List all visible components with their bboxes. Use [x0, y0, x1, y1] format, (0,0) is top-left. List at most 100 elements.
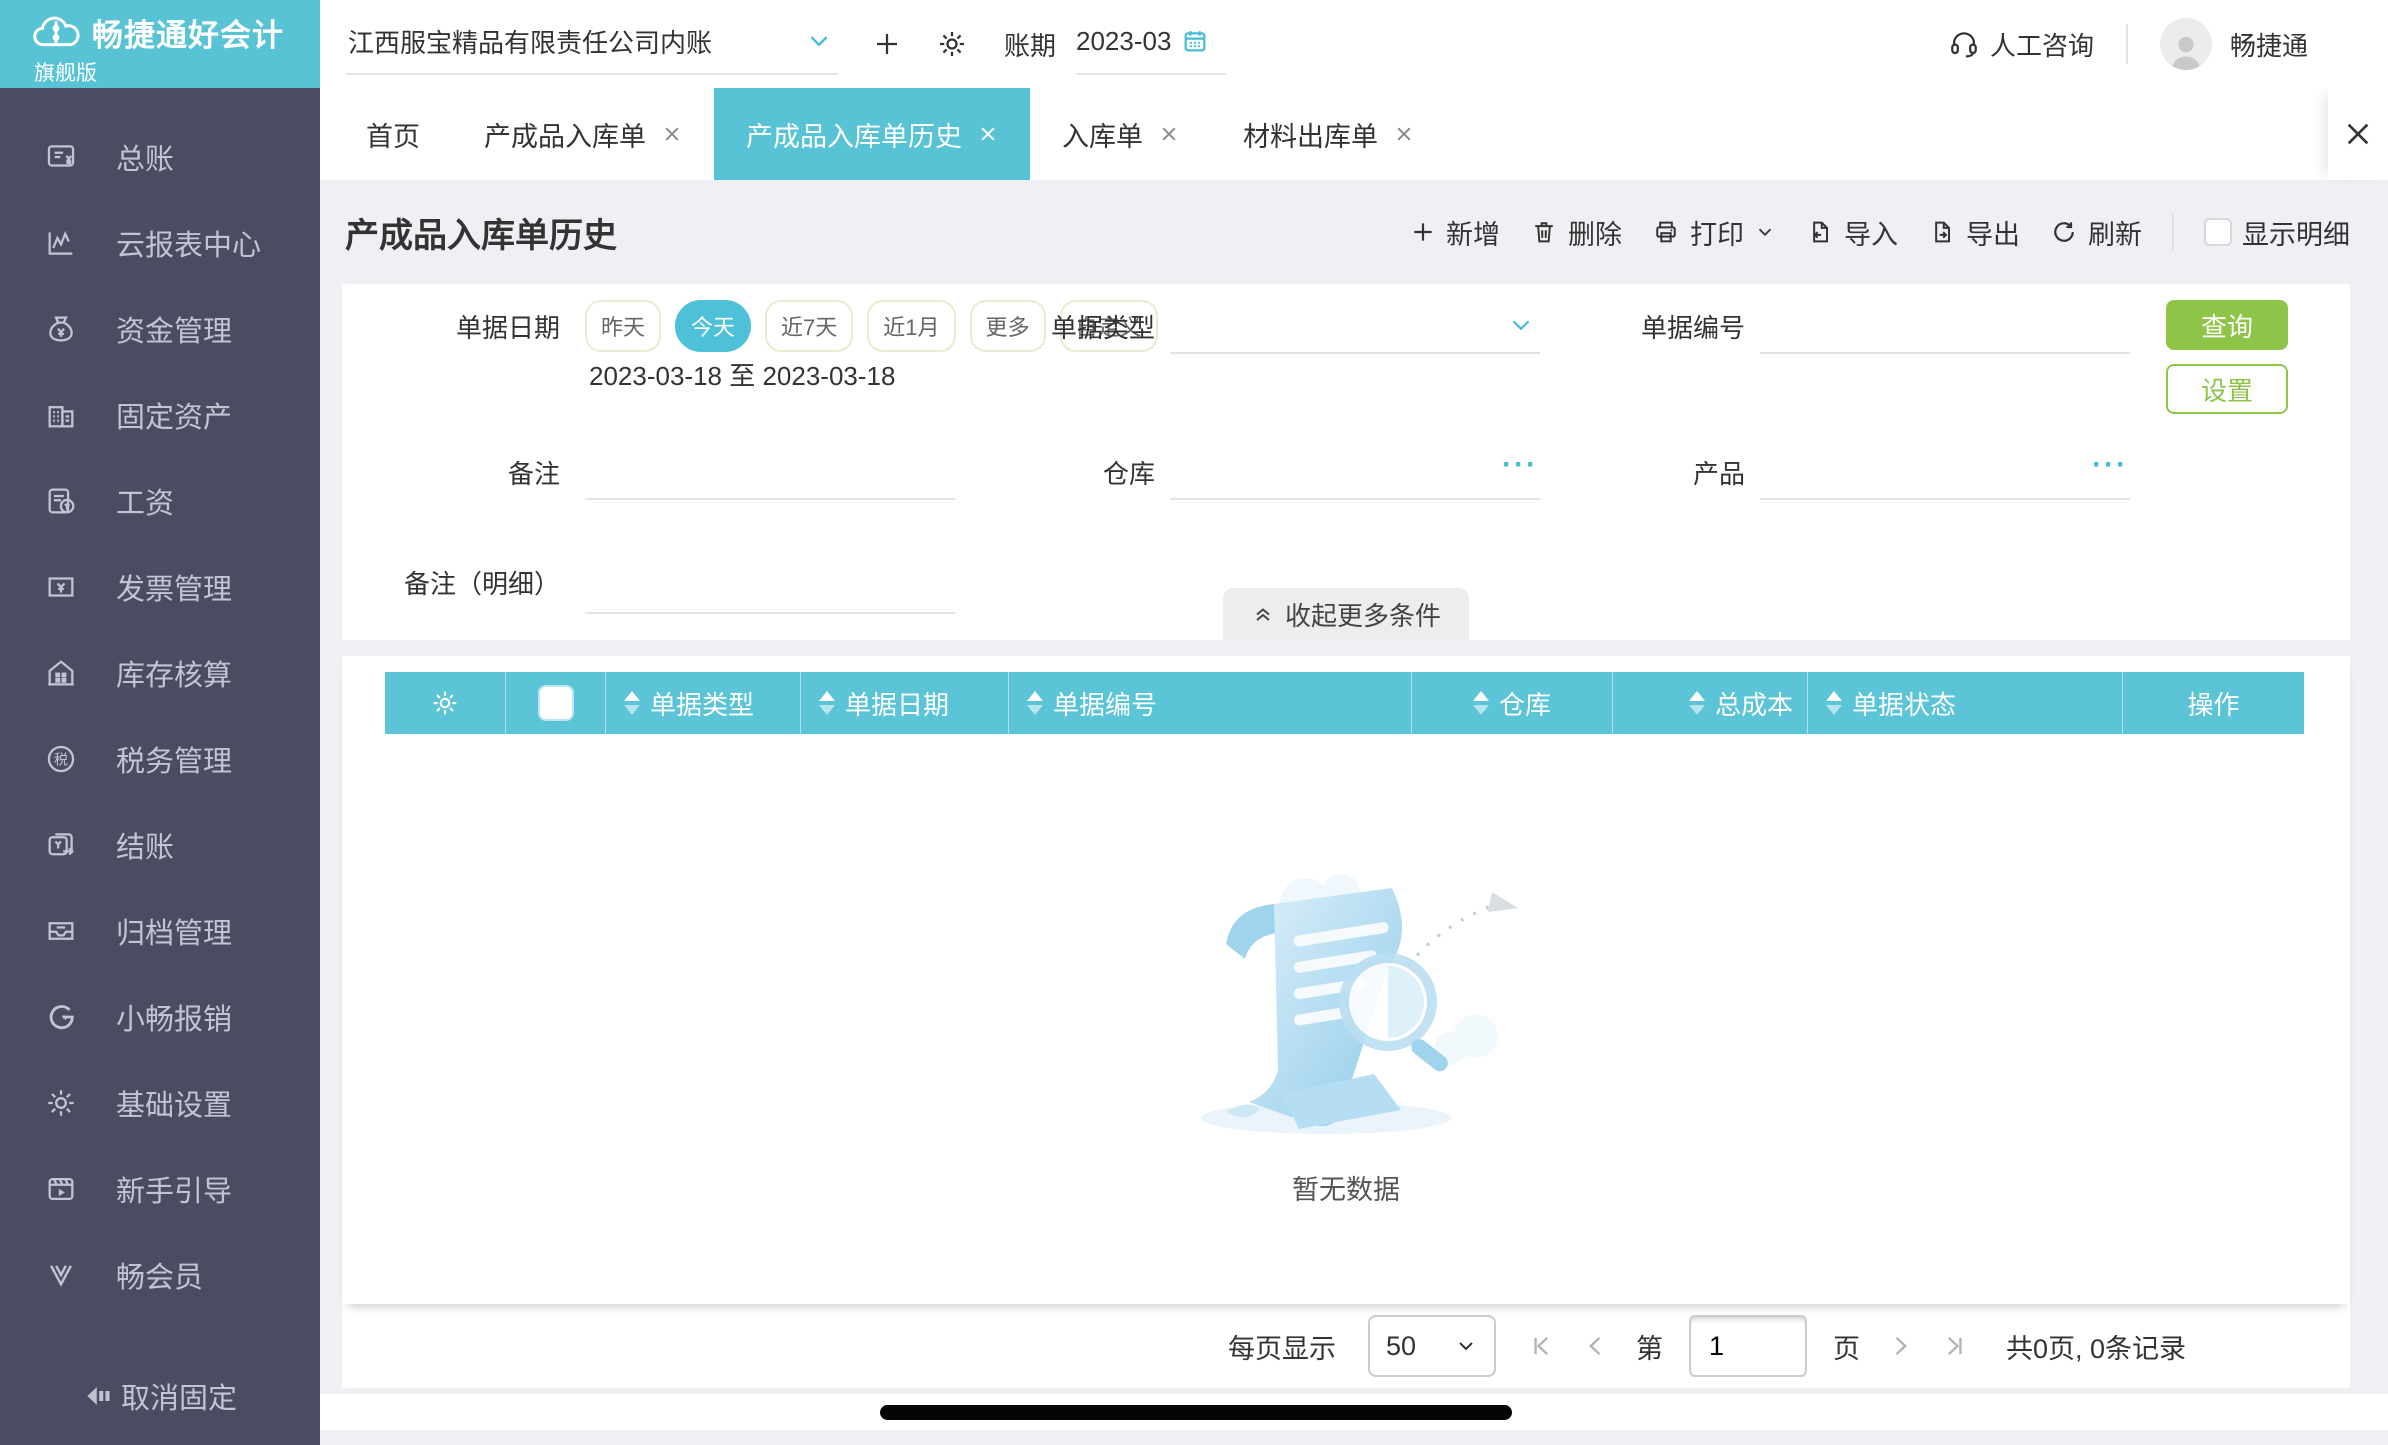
settings-button[interactable]: 设置 [2166, 364, 2288, 414]
next-page-button[interactable] [1886, 1332, 1914, 1360]
column-header-doc-date[interactable]: 单据日期 [800, 672, 1008, 734]
page-suffix: 页 [1832, 1333, 1860, 1364]
column-header-warehouse[interactable]: 仓库 [1411, 672, 1612, 734]
sidebar-item-closing[interactable]: 结账 [0, 802, 320, 888]
warehouse-input[interactable] [1170, 442, 1470, 498]
per-page-select[interactable]: 50 [1367, 1315, 1496, 1377]
username[interactable]: 畅捷通 [2230, 26, 2308, 63]
sidebar-item-archive[interactable]: 归档管理 [0, 888, 320, 974]
tab-finished-goods-receipt-history[interactable]: 产成品入库单历史 [714, 88, 1030, 180]
product-picker-button[interactable]: ··· [2092, 448, 2128, 482]
pill-yesterday[interactable]: 昨天 [585, 300, 662, 352]
column-label: 操作 [2187, 689, 2240, 720]
close-icon[interactable] [978, 124, 998, 144]
first-page-button[interactable] [1528, 1332, 1556, 1360]
sidebar-item-funds[interactable]: 资金管理 [0, 286, 320, 372]
tab-receipt[interactable]: 入库单 [1030, 88, 1211, 180]
note-input[interactable] [585, 442, 955, 498]
sidebar-item-general-ledger[interactable]: 总账 [0, 114, 320, 200]
close-icon[interactable] [1394, 124, 1414, 144]
product-input[interactable] [1760, 442, 2060, 498]
sort-icon[interactable] [624, 691, 640, 715]
column-header-doc-type[interactable]: 单据类型 [605, 672, 800, 734]
column-header-doc-status[interactable]: 单据状态 [1807, 672, 2122, 734]
close-all-tabs-button[interactable] [2328, 88, 2388, 180]
pill-today[interactable]: 今天 [675, 300, 752, 352]
column-header-total-cost[interactable]: 总成本 [1612, 672, 1807, 734]
collapse-more-filters-button[interactable]: 收起更多条件 [1222, 588, 1470, 640]
sidebar-item-guide[interactable]: 新手引导 [0, 1146, 320, 1232]
empty-state: 暂无数据 [342, 866, 2350, 1207]
chevron-down-icon [1754, 221, 1776, 243]
sort-icon[interactable] [1826, 691, 1842, 715]
per-page-value: 50 [1385, 1330, 1416, 1361]
sidebar-item-label: 归档管理 [116, 918, 233, 950]
column-label: 单据状态 [1852, 689, 1957, 720]
sort-icon[interactable] [1472, 691, 1489, 715]
export-button[interactable]: 导出 [1928, 213, 2020, 252]
delete-button[interactable]: 删除 [1530, 213, 1622, 252]
refresh-button[interactable]: 刷新 [2050, 213, 2142, 252]
date-range-value[interactable]: 2023-03-18 至 2023-03-18 [589, 356, 895, 393]
sidebar-item-label: 税务管理 [116, 746, 233, 778]
last-page-button[interactable] [1940, 1332, 1968, 1360]
per-page-label: 每页显示 [1227, 1333, 1336, 1364]
warehouse-label: 仓库 [1102, 459, 1155, 489]
product-label: 产品 [1692, 459, 1745, 489]
gear-icon[interactable] [936, 28, 968, 60]
note-detail-input[interactable] [585, 556, 955, 612]
doc-type-label: 单据类型 [1050, 313, 1155, 343]
unpin-sidebar-button[interactable]: 取消固定 [0, 1357, 320, 1435]
doc-no-input[interactable] [1760, 296, 2130, 352]
double-chevron-up-icon [1251, 602, 1275, 626]
sidebar-item-member[interactable]: 畅会员 [0, 1232, 320, 1318]
avatar[interactable] [2159, 18, 2212, 70]
show-detail-checkbox[interactable] [2204, 218, 2232, 246]
column-header-doc-no[interactable]: 单据编号 [1008, 672, 1411, 734]
sort-icon[interactable] [819, 691, 835, 715]
sort-icon[interactable] [1027, 691, 1043, 715]
sidebar-item-invoices[interactable]: 发票管理 [0, 544, 320, 630]
column-label: 单据类型 [650, 689, 755, 720]
add-account-button[interactable] [872, 29, 902, 59]
tab-material-issue[interactable]: 材料出库单 [1211, 88, 1446, 180]
show-detail-toggle[interactable]: 显示明细 [2204, 213, 2350, 252]
period-selector[interactable]: 2023-03 [1076, 13, 1227, 75]
sidebar-item-tax[interactable]: 税 税务管理 [0, 716, 320, 802]
close-icon[interactable] [662, 124, 682, 144]
print-button[interactable]: 打印 [1652, 213, 1776, 252]
note-detail-label: 备注（明细） [403, 569, 560, 599]
close-icon[interactable] [1159, 124, 1179, 144]
page-number-input[interactable] [1688, 1315, 1807, 1377]
column-settings-button[interactable] [385, 672, 505, 734]
prev-page-button[interactable] [1582, 1332, 1610, 1360]
doc-type-select[interactable] [1170, 296, 1540, 354]
note-detail-field [585, 556, 955, 614]
sidebar-item-cloud-reports[interactable]: 云报表中心 [0, 200, 320, 286]
main-content: 产成品入库单历史 新增 删除 打印 导入 导出 刷新 显示明细 单据日期 昨天 … [320, 180, 2388, 1445]
empty-text: 暂无数据 [1292, 1175, 1400, 1205]
sort-icon[interactable] [1688, 691, 1705, 715]
tab-home[interactable]: 首页 [334, 88, 452, 180]
add-button[interactable]: 新增 [1410, 213, 1500, 252]
import-button[interactable]: 导入 [1806, 213, 1898, 252]
sidebar-item-reimburse[interactable]: 小畅报销 [0, 974, 320, 1060]
unpin-label: 取消固定 [120, 1383, 237, 1415]
query-button[interactable]: 查询 [2166, 300, 2288, 350]
sidebar-item-settings[interactable]: 基础设置 [0, 1060, 320, 1146]
select-all-checkbox[interactable] [539, 687, 572, 719]
scrollbar-thumb[interactable] [880, 1405, 1512, 1420]
delete-label: 删除 [1568, 219, 1622, 250]
sidebar-item-inventory[interactable]: 库存核算 [0, 630, 320, 716]
date-filter-label: 单据日期 [455, 313, 560, 343]
note-field [585, 442, 955, 500]
refresh-label: 刷新 [2088, 219, 2142, 250]
support-button[interactable]: 人工咨询 [1948, 26, 2094, 63]
sidebar-item-fixed-assets[interactable]: 固定资产 [0, 372, 320, 458]
pill-last7days[interactable]: 近7天 [765, 300, 854, 352]
company-selector[interactable]: 江西服宝精品有限责任公司内账 [346, 13, 838, 75]
sidebar-item-label: 小畅报销 [116, 1004, 233, 1036]
tab-finished-goods-receipt[interactable]: 产成品入库单 [452, 88, 714, 180]
print-label: 打印 [1690, 219, 1744, 250]
sidebar-item-payroll[interactable]: 工资 [0, 458, 320, 544]
